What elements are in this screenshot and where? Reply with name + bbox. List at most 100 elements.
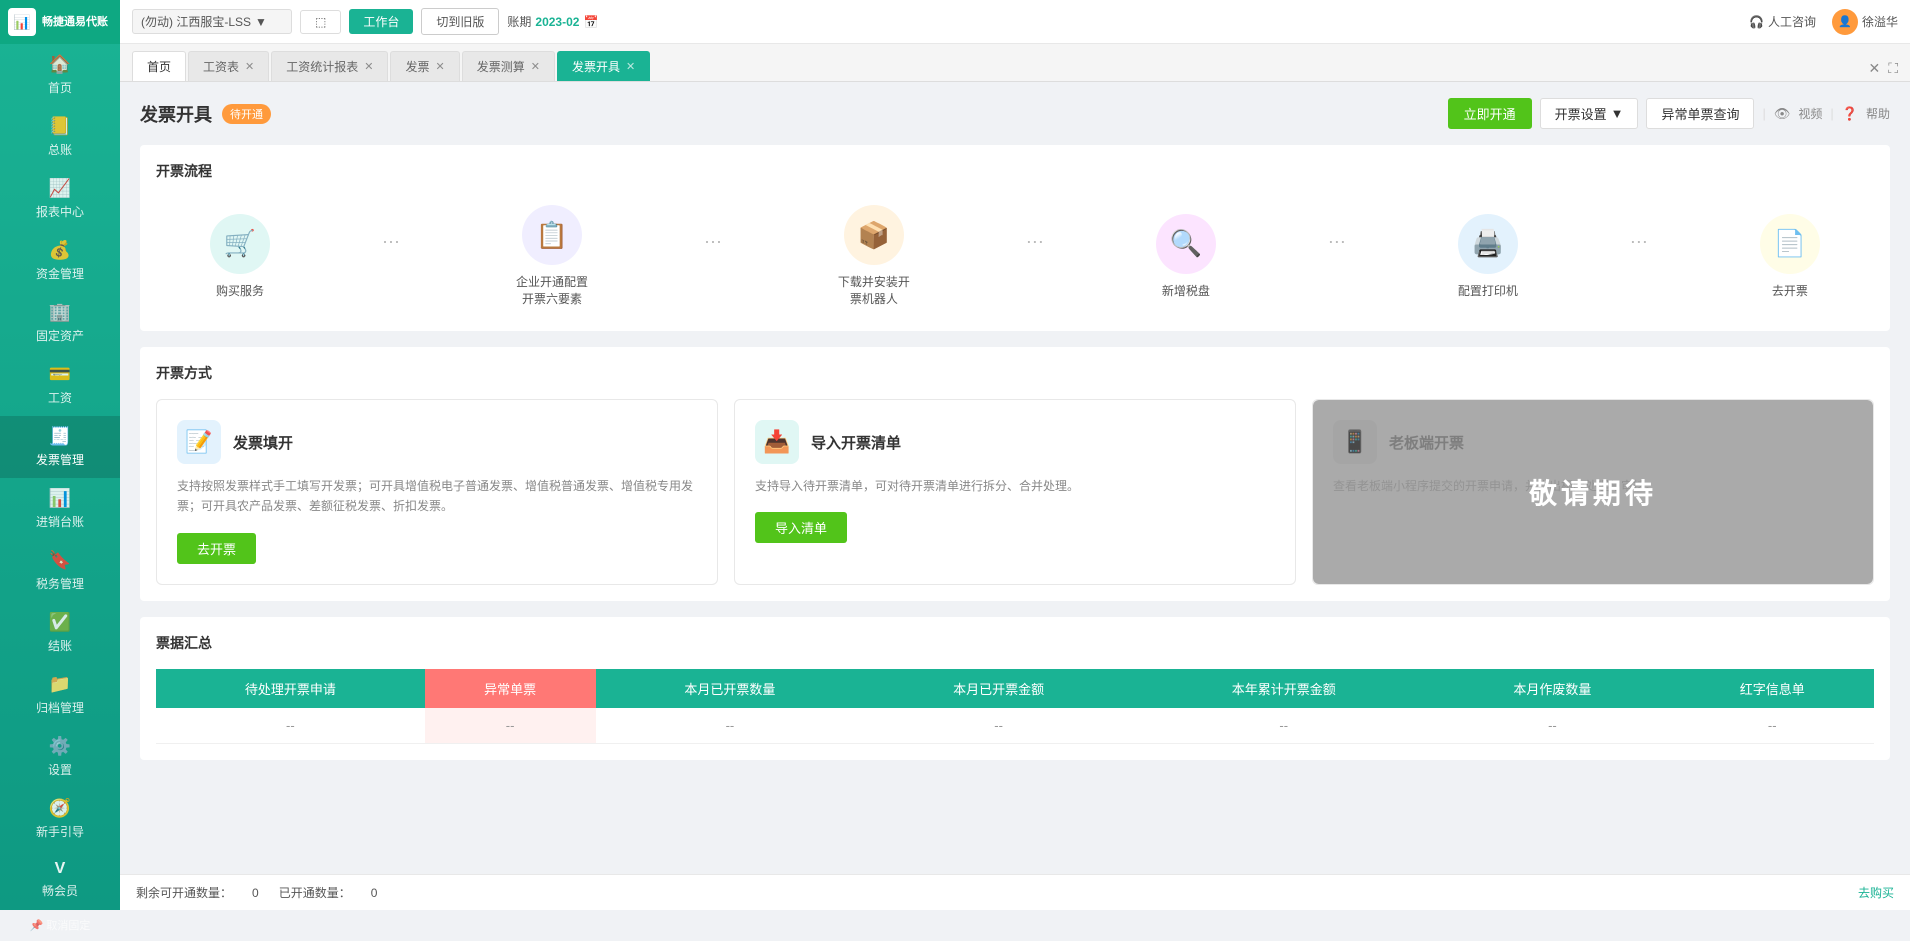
process-step-buy[interactable]: 🛒 购买服务 <box>210 214 270 299</box>
step-arrow-2: ⋯ <box>704 232 722 281</box>
sidebar-item-ledger[interactable]: 📒 总账 <box>0 106 120 168</box>
buy-link[interactable]: 去购买 <box>1858 884 1894 901</box>
process-step-download[interactable]: 📦 下载并安装开票机器人 <box>834 205 914 307</box>
sidebar-item-label: 资金管理 <box>36 265 84 282</box>
unfix-icon: 📌 <box>30 920 44 932</box>
company-selector[interactable]: (勿动) 江西服宝-LSS ▼ <box>132 9 292 34</box>
tab-invoice-open[interactable]: 发票开具 ✕ <box>557 51 650 81</box>
copy-button[interactable]: ⬚ <box>300 10 341 34</box>
sidebar-item-funds[interactable]: 💰 资金管理 <box>0 230 120 292</box>
buy-service-icon: 🛒 <box>210 214 270 274</box>
sidebar-item-guide[interactable]: 🧭 新手引导 <box>0 788 120 850</box>
tab-invoice-calc-label: 发票测算 <box>477 58 525 75</box>
sidebar-item-label: 首页 <box>48 79 72 96</box>
old-version-button[interactable]: 切到旧版 <box>421 8 499 35</box>
step-arrow-5: ⋯ <box>1630 232 1648 281</box>
ledger-icon: 📒 <box>49 116 71 137</box>
sidebar-item-member[interactable]: V 畅会员 <box>0 850 120 909</box>
abnormal-query-button[interactable]: 异常单票查询 <box>1646 98 1754 129</box>
page-title: 发票开具 <box>140 101 212 127</box>
sidebar-item-fixed-assets[interactable]: 🏢 固定资产 <box>0 292 120 354</box>
sidebar-item-purchase-sales[interactable]: 📊 进销台账 <box>0 478 120 540</box>
tab-invoice-calc-close[interactable]: ✕ <box>531 60 540 73</box>
tab-invoice[interactable]: 发票 ✕ <box>390 51 459 81</box>
open-settings-label: 开票设置 <box>1555 104 1607 123</box>
tab-home[interactable]: 首页 <box>132 51 186 81</box>
guide-icon: 🧭 <box>49 798 71 819</box>
page-header-actions: 立即开通 开票设置 ▼ 异常单票查询 | 👁 视频 | ❓ 帮助 <box>1448 98 1890 129</box>
workbench-button[interactable]: 工作台 <box>349 9 413 34</box>
summary-section-title: 票据汇总 <box>156 633 1874 653</box>
summary-col-yearly-amount: 本年累计开票金额 <box>1133 669 1434 708</box>
import-card-button[interactable]: 导入清单 <box>755 512 847 543</box>
fill-card-header: 📝 发票填开 <box>177 420 697 464</box>
tab-home-label: 首页 <box>147 58 171 75</box>
sidebar-item-salary[interactable]: 💳 工资 <box>0 354 120 416</box>
reports-icon: 📈 <box>49 178 71 199</box>
process-step-open-invoice[interactable]: 📄 去开票 <box>1760 214 1820 299</box>
summary-table: 待处理开票申请 异常单票 本月已开票数量 本月已开票金额 本年累计开票金额 本月… <box>156 669 1874 744</box>
boss-card-overlay: 敬请期待 <box>1313 400 1873 584</box>
cell-pending: -- <box>156 708 425 744</box>
tab-salary-report-label: 工资统计报表 <box>286 58 358 75</box>
summary-col-pending: 待处理开票申请 <box>156 669 425 708</box>
download-robot-label: 下载并安装开票机器人 <box>834 273 914 307</box>
consultant-button[interactable]: 🎧 人工咨询 <box>1749 13 1816 30</box>
buy-service-label: 购买服务 <box>216 282 264 299</box>
fixed-assets-icon: 🏢 <box>49 302 71 323</box>
import-card-header: 📥 导入开票清单 <box>755 420 1275 464</box>
fill-card-desc: 支持按照发票样式手工填写开发票；可开具增值税电子普通发票、增值税普通发票、增值税… <box>177 476 697 517</box>
content-area: 发票开具 待开通 立即开通 开票设置 ▼ 异常单票查询 | 👁 视频 | ❓ 帮… <box>120 82 1910 874</box>
open-settings-button[interactable]: 开票设置 ▼ <box>1540 98 1639 129</box>
step-arrow-4: ⋯ <box>1328 232 1346 281</box>
tab-invoice-close[interactable]: ✕ <box>436 60 445 73</box>
close-all-button[interactable]: ✕ <box>1868 60 1880 77</box>
restore-button[interactable]: ⛶ <box>1888 60 1898 77</box>
sidebar-item-label: 归档管理 <box>36 699 84 716</box>
chevron-down-icon: ▼ <box>1611 106 1624 121</box>
sidebar-item-tax-mgmt[interactable]: 🔖 税务管理 <box>0 540 120 602</box>
period-value: 2023-02 <box>535 15 579 29</box>
process-step-taxdisk[interactable]: 🔍 新增税盘 <box>1156 214 1216 299</box>
sidebar-item-settings[interactable]: ⚙️ 设置 <box>0 726 120 788</box>
page-title-area: 发票开具 待开通 <box>140 101 271 127</box>
open-method-section-title: 开票方式 <box>156 363 1874 383</box>
user-menu[interactable]: 👤 徐溢华 <box>1832 9 1898 35</box>
sidebar-item-label: 设置 <box>48 761 72 778</box>
tax-mgmt-icon: 🔖 <box>49 550 71 571</box>
process-step-printer[interactable]: 🖨️ 配置打印机 <box>1458 214 1518 299</box>
tab-invoice-calc[interactable]: 发票测算 ✕ <box>462 51 555 81</box>
import-card-icon: 📥 <box>755 420 799 464</box>
tab-salary-report[interactable]: 工资统计报表 ✕ <box>271 51 388 81</box>
member-icon: V <box>55 860 66 878</box>
summary-col-monthly-amount: 本月已开票金额 <box>864 669 1133 708</box>
sidebar-item-home[interactable]: 🏠 首页 <box>0 44 120 106</box>
fill-card-button[interactable]: 去开票 <box>177 533 256 564</box>
sidebar-item-archive[interactable]: 📁 归档管理 <box>0 664 120 726</box>
tabbar: 首页 工资表 ✕ 工资统计报表 ✕ 发票 ✕ 发票测算 ✕ 发票开具 ✕ ✕ ⛶ <box>120 44 1910 82</box>
sidebar-item-reports[interactable]: 📈 报表中心 <box>0 168 120 230</box>
tab-invoice-open-close[interactable]: ✕ <box>626 60 635 73</box>
process-step-setup[interactable]: 📋 企业开通配置开票六要素 <box>512 205 592 307</box>
period-label: 账期 <box>507 13 531 30</box>
summary-col-red-invoice: 红字信息单 <box>1670 669 1874 708</box>
topbar-right: 🎧 人工咨询 👤 徐溢华 <box>1749 9 1898 35</box>
divider: | <box>1762 106 1765 121</box>
open-now-button[interactable]: 立即开通 <box>1448 98 1532 129</box>
open-methods: 📝 发票填开 支持按照发票样式手工填写开发票；可开具增值税电子普通发票、增值税普… <box>156 399 1874 585</box>
bottombar: 剩余可开通数量： 0 已开通数量： 0 去购买 <box>120 874 1910 910</box>
tab-salary-close[interactable]: ✕ <box>245 60 254 73</box>
process-section-title: 开票流程 <box>156 161 1874 181</box>
sidebar-item-checkout[interactable]: ✅ 结账 <box>0 602 120 664</box>
enterprise-setup-icon: 📋 <box>522 205 582 265</box>
sidebar-item-invoice-mgmt[interactable]: 🧾 发票管理 <box>0 416 120 478</box>
view-label: 视频 <box>1798 105 1822 122</box>
user-name: 徐溢华 <box>1862 13 1898 30</box>
tab-salary-report-close[interactable]: ✕ <box>364 60 373 73</box>
sidebar-unfix[interactable]: 📌 取消固定 <box>0 909 120 941</box>
sidebar: 📊 畅捷通易代账 🏠 首页 📒 总账 📈 报表中心 💰 资金管理 🏢 固定资产 … <box>0 0 120 910</box>
calendar-icon[interactable]: 📅 <box>583 15 598 29</box>
tab-salary[interactable]: 工资表 ✕ <box>188 51 269 81</box>
step-arrow-3: ⋯ <box>1026 232 1044 281</box>
cell-monthly-void: -- <box>1434 708 1670 744</box>
